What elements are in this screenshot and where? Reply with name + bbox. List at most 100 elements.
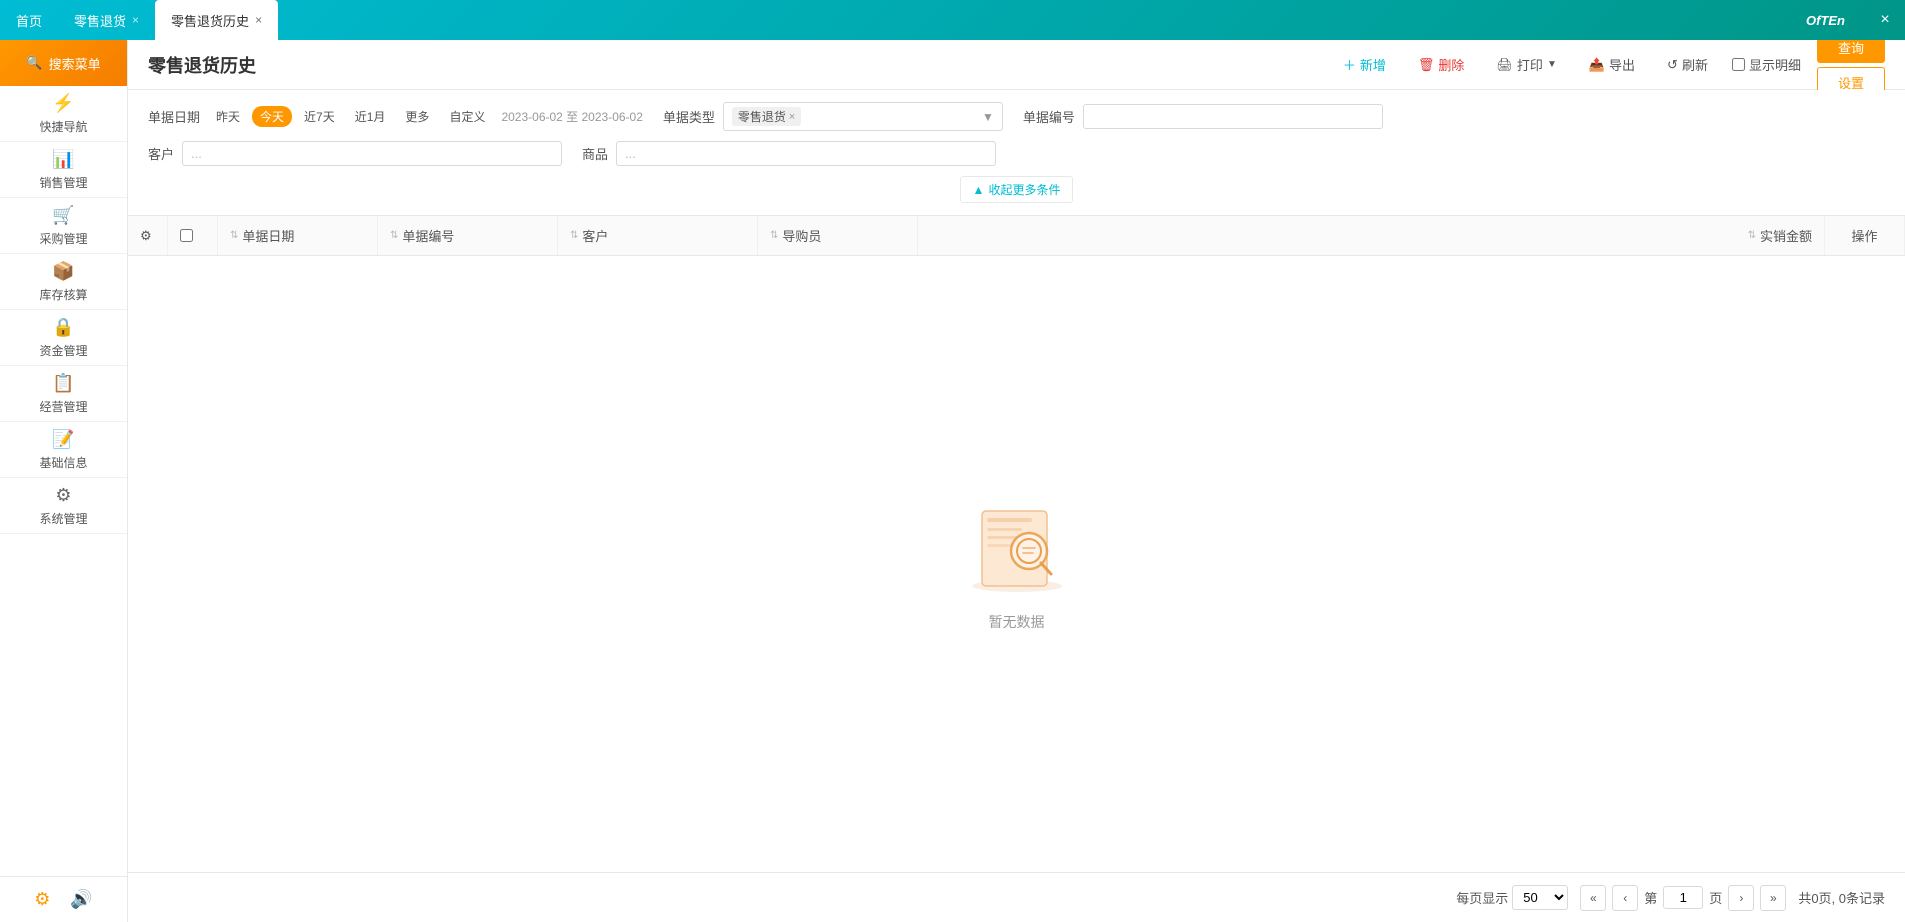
close-tab-retail-return-icon[interactable]: × [132,13,139,27]
date-range-btns: 昨天 今天 近7天 近1月 更多 自定义 [208,106,493,127]
basic-info-icon: 📝 [52,429,74,450]
refresh-button[interactable]: ↺ 刷新 [1659,51,1716,78]
date-btn-yesterday[interactable]: 昨天 [208,106,248,127]
sidebar-item-quick-nav[interactable]: ⚡ 快捷导航 [0,86,127,142]
tab-retail-return-label: 零售退货 [74,11,126,30]
empty-text: 暂无数据 [989,612,1045,632]
sort-order-no-icon[interactable]: ⇅ [390,230,398,241]
export-button[interactable]: 📤 导出 [1581,51,1643,78]
th-customer-label: 客户 [582,226,608,245]
date-btn-custom[interactable]: 自定义 [441,106,493,127]
page-unit: 页 [1709,888,1722,907]
delete-icon: 🗑 [1418,57,1435,73]
show-detail-checkbox[interactable] [1732,58,1745,71]
goods-placeholder: ... [625,146,636,161]
th-amount-label: 实销金额 [1760,226,1812,245]
purchase-icon: 🛒 [52,205,74,226]
order-no-filter-group: 单据编号 [1023,104,1383,129]
print-button[interactable]: 🖨 打印 ▼ [1488,51,1564,78]
page-title: 零售退货历史 [148,52,1335,78]
collapse-button[interactable]: ▲ 收起更多条件 [960,176,1074,203]
sort-amount-icon[interactable]: ⇅ [1748,230,1756,241]
page-summary: 共0页, 0条记录 [1798,888,1885,907]
export-icon: 📤 [1589,57,1605,73]
search-menu-button[interactable]: 🔍 搜索菜单 [0,40,127,86]
sidebar-item-purchase-mgmt[interactable]: 🛒 采购管理 [0,198,127,254]
th-action-label: 操作 [1851,226,1877,245]
window-close-button[interactable]: × [1865,0,1905,40]
finance-icon: 🔒 [52,317,74,338]
sort-customer-icon[interactable]: ⇅ [570,230,578,241]
filter-area: 单据日期 昨天 今天 近7天 近1月 更多 自定义 2023-06-02 至 2… [128,90,1905,216]
sort-guide-icon[interactable]: ⇅ [770,230,778,241]
sidebar-item-inventory-label: 库存核算 [39,286,87,303]
quick-nav-icon: ⚡ [52,93,74,114]
delete-button[interactable]: 🗑 删除 [1410,51,1473,78]
type-tag: 零售退货 × [732,107,801,126]
customer-input-wrap: ... [182,141,562,166]
pagination: 每页显示 50 100 200 « ‹ 第 页 › » 共0页, 0条记录 [128,872,1905,922]
sidebar-item-inventory[interactable]: 📦 库存核算 [0,254,127,310]
order-no-input[interactable] [1092,109,1372,124]
sidebar-item-operation-mgmt[interactable]: 📋 经营管理 [0,366,127,422]
th-date: ⇅ 单据日期 [218,216,378,255]
tab-retail-return[interactable]: 零售退货 × [58,0,155,40]
table-header: ⚙ ⇅ 单据日期 ⇅ 单据编号 ⇅ 客户 ⇅ [128,216,1905,256]
page-next-button[interactable]: › [1728,885,1754,911]
sidebar-item-finance-mgmt[interactable]: 🔒 资金管理 [0,310,127,366]
tab-retail-return-history-label: 零售退货历史 [171,11,249,30]
sidebar-item-quick-nav-label: 快捷导航 [39,118,87,135]
brand-label: OfTEn [1806,13,1865,28]
date-btn-today[interactable]: 今天 [252,106,292,127]
new-button[interactable]: ＋ 新增 [1335,51,1394,78]
type-filter-label: 单据类型 [663,107,715,126]
date-btn-1month[interactable]: 近1月 [347,106,394,127]
table-settings-icon[interactable]: ⚙ [140,228,152,244]
close-tab-retail-return-history-icon[interactable]: × [255,13,262,27]
sidebar-item-basic-info-label: 基础信息 [39,454,87,471]
refresh-icon: ↺ [1667,57,1678,73]
sidebar-bottom: ⚙ 🔊 [0,876,127,922]
print-dropdown-icon: ▼ [1547,59,1557,70]
operation-icon: 📋 [52,373,74,394]
sidebar-item-sales-mgmt[interactable]: 📊 销售管理 [0,142,127,198]
type-select-chevron-icon: ▼ [982,110,994,124]
sort-date-icon[interactable]: ⇅ [230,230,238,241]
empty-state: 暂无数据 [957,496,1077,632]
sidebar-item-finance-mgmt-label: 资金管理 [39,342,87,359]
sidebar-item-basic-info[interactable]: 📝 基础信息 [0,422,127,478]
type-select[interactable]: 零售退货 × ▼ [723,102,1003,131]
inventory-icon: 📦 [52,261,74,282]
select-all-checkbox[interactable] [180,229,193,242]
th-action: 操作 [1825,216,1905,255]
settings-icon[interactable]: ⚙ [34,889,50,910]
filter-row-1: 单据日期 昨天 今天 近7天 近1月 更多 自定义 2023-06-02 至 2… [148,102,1885,131]
query-button[interactable]: 查询 [1817,40,1885,63]
date-btn-more[interactable]: 更多 [397,106,437,127]
order-no-label: 单据编号 [1023,107,1075,126]
export-label: 导出 [1609,55,1635,74]
date-filter-label: 单据日期 [148,107,200,126]
tab-home[interactable]: 首页 [0,0,58,40]
system-mgmt-icon: ⚙ [55,485,71,506]
page-input[interactable] [1663,886,1703,909]
main-layout: 🔍 搜索菜单 ⚡ 快捷导航 📊 销售管理 🛒 采购管理 📦 库存核算 🔒 [0,40,1905,922]
volume-icon[interactable]: 🔊 [70,889,92,910]
page-last-button[interactable]: » [1760,885,1786,911]
new-icon: ＋ [1343,55,1356,74]
delete-label: 删除 [1438,55,1464,74]
empty-illustration [957,496,1077,596]
th-setting: ⚙ [128,216,168,255]
page-first-button[interactable]: « [1580,885,1606,911]
per-page-select[interactable]: 50 100 200 [1512,885,1568,910]
tab-retail-return-history[interactable]: 零售退货历史 × [155,0,278,40]
type-tag-remove-icon[interactable]: × [789,111,795,123]
date-range-text: 2023-06-02 至 2023-06-02 [501,108,642,125]
page-prev-button[interactable]: ‹ [1612,885,1638,911]
per-page-label: 每页显示 [1456,888,1508,907]
sidebar-item-system-mgmt[interactable]: ⚙ 系统管理 [0,478,127,534]
goods-input-wrap: ... [616,141,996,166]
date-btn-7days[interactable]: 近7天 [296,106,343,127]
th-order-no-label: 单据编号 [402,226,454,245]
date-filter-group: 单据日期 昨天 今天 近7天 近1月 更多 自定义 2023-06-02 至 2… [148,106,643,127]
